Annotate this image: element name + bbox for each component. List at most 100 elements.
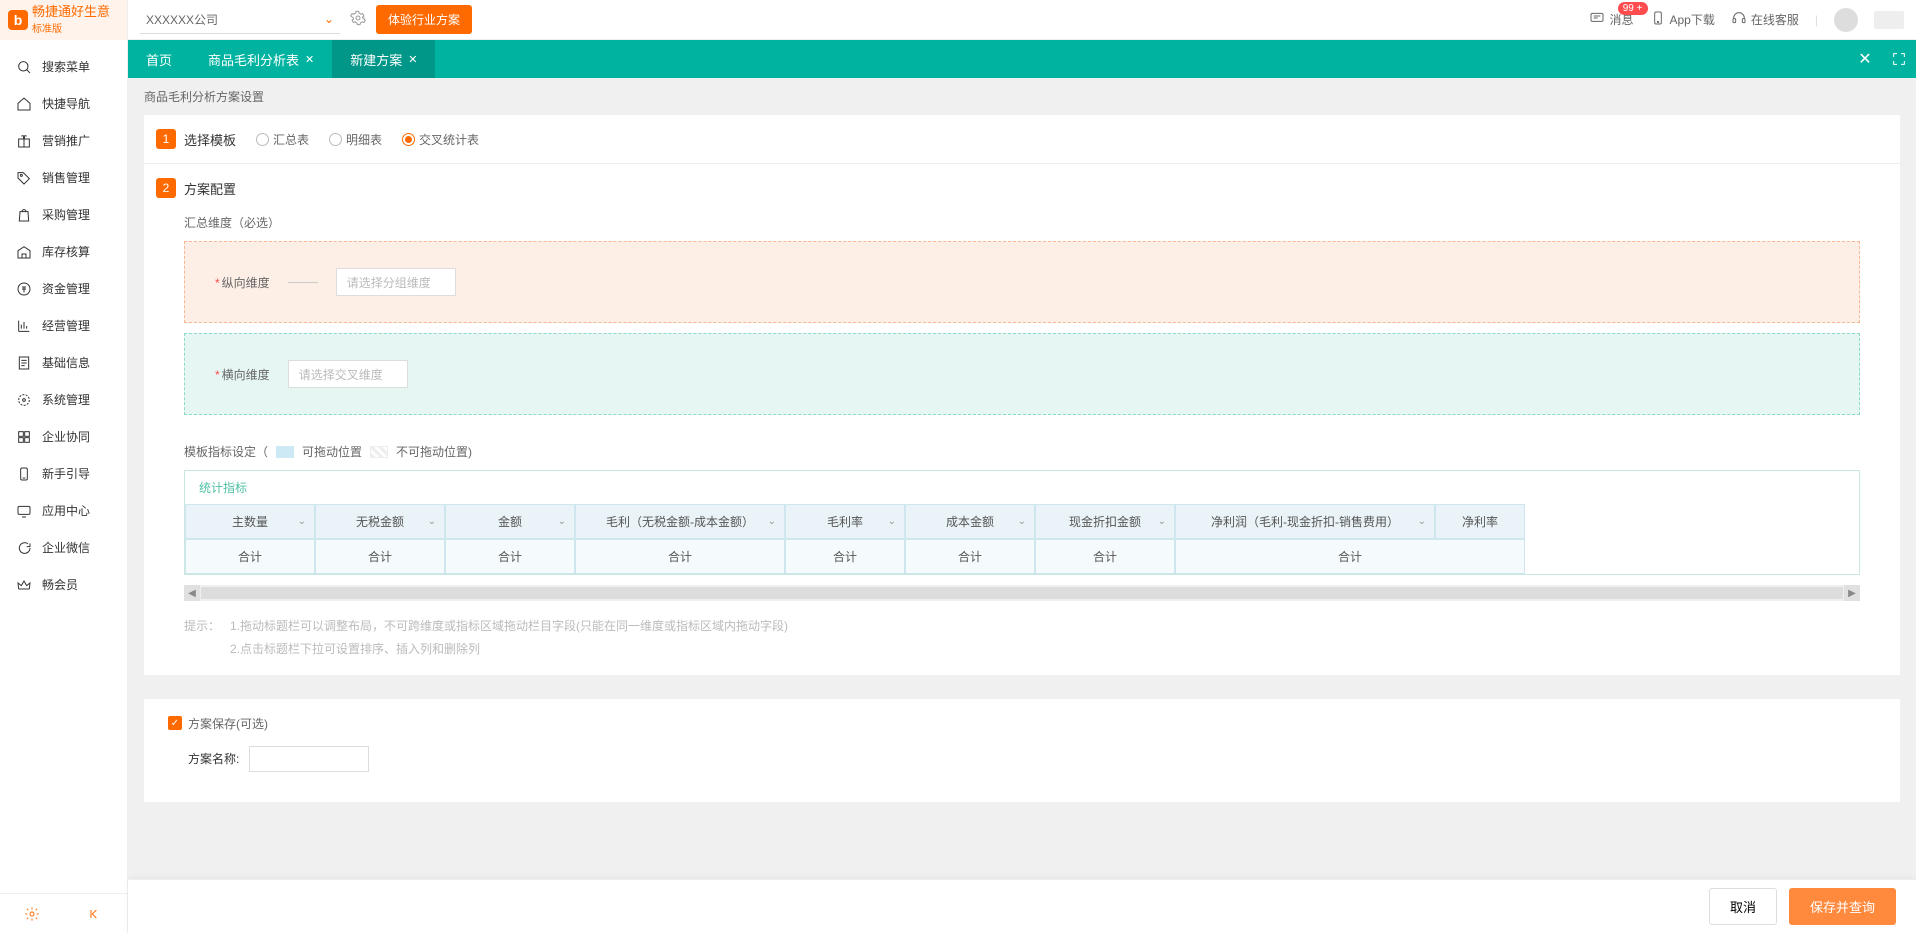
company-name: XXXXXX公司	[146, 11, 218, 28]
money-icon	[16, 281, 32, 297]
vertical-dimension-select[interactable]: 请选择分组维度	[336, 268, 456, 296]
scroll-left-icon[interactable]: ◀	[184, 585, 200, 601]
avatar[interactable]	[1834, 8, 1858, 32]
company-select[interactable]: XXXXXX公司 ⌄	[140, 6, 340, 34]
tab-2[interactable]: 新建方案✕	[332, 40, 435, 78]
sidebar-item-14[interactable]: 畅会员	[0, 566, 127, 603]
save-section: ✓ 方案保存(可选) 方案名称:	[144, 699, 1900, 802]
template-radio-2[interactable]: 交叉统计表	[402, 131, 479, 148]
sidebar-item-label: 企业微信	[42, 539, 90, 556]
tag-icon	[16, 170, 32, 186]
indicator-col-7[interactable]: 净利润（毛利-现金折扣-销售费用）⌄	[1175, 504, 1435, 539]
bag-icon	[16, 207, 32, 223]
template-radio-0[interactable]: 汇总表	[256, 131, 309, 148]
sidebar-item-11[interactable]: 新手引导	[0, 455, 127, 492]
sidebar-item-13[interactable]: 企业微信	[0, 529, 127, 566]
sidebar-item-4[interactable]: 采购管理	[0, 196, 127, 233]
chevron-down-icon[interactable]: ⌄	[768, 516, 776, 527]
tab-1[interactable]: 商品毛利分析表✕	[190, 40, 332, 78]
indicator-col-5[interactable]: 成本金额⌄	[905, 504, 1035, 539]
sidebar-item-7[interactable]: 经营管理	[0, 307, 127, 344]
save-query-button[interactable]: 保存并查询	[1789, 888, 1896, 925]
footer-bar: 取消 保存并查询	[128, 879, 1916, 933]
search-icon	[16, 59, 32, 75]
message-icon	[1589, 10, 1605, 29]
indicator-col-6[interactable]: 现金折扣金额⌄	[1035, 504, 1175, 539]
indicator-col-8[interactable]: 净利率	[1435, 504, 1525, 539]
sidebar-item-6[interactable]: 资金管理	[0, 270, 127, 307]
sidebar-item-label: 基础信息	[42, 354, 90, 371]
headset-icon	[1731, 10, 1747, 29]
sidebar-item-3[interactable]: 销售管理	[0, 159, 127, 196]
home-icon	[16, 96, 32, 112]
scheme-name-input[interactable]	[249, 746, 369, 772]
step-1-num: 1	[156, 129, 176, 149]
step-2-label: 方案配置	[184, 179, 236, 198]
close-all-icon[interactable]: ✕	[1848, 49, 1882, 69]
doc-icon	[16, 355, 32, 371]
indicator-col-4[interactable]: 毛利率⌄	[785, 504, 905, 539]
logo-text: 畅捷通好生意	[32, 5, 110, 19]
logo-icon: b	[8, 10, 28, 30]
user-menu[interactable]	[1874, 11, 1904, 29]
gift-icon	[16, 133, 32, 149]
fullscreen-icon[interactable]	[1882, 51, 1916, 67]
save-scheme-checkbox[interactable]: ✓	[168, 716, 182, 730]
warehouse-icon	[16, 244, 32, 260]
indicator-sum-4: 合计	[785, 539, 905, 574]
gear-dash-icon	[16, 392, 32, 408]
sidebar-item-label: 营销推广	[42, 132, 90, 149]
sidebar-item-label: 资金管理	[42, 280, 90, 297]
legend-draggable-icon	[276, 446, 294, 458]
collapse-icon[interactable]	[64, 894, 128, 933]
sidebar-item-12[interactable]: 应用中心	[0, 492, 127, 529]
sidebar-item-label: 应用中心	[42, 502, 90, 519]
step-1: 1 选择模板 汇总表明细表交叉统计表	[144, 129, 1900, 164]
indicator-col-1[interactable]: 无税金额⌄	[315, 504, 445, 539]
tab-close-icon[interactable]: ✕	[408, 53, 417, 66]
sidebar-item-10[interactable]: 企业协同	[0, 418, 127, 455]
chevron-down-icon[interactable]: ⌄	[558, 516, 566, 527]
online-service-link[interactable]: 在线客服	[1731, 10, 1799, 29]
settings-icon[interactable]	[0, 894, 64, 933]
radio-icon	[402, 133, 415, 146]
horizontal-dimension-label: *横向维度	[215, 366, 270, 383]
chevron-down-icon[interactable]: ⌄	[1018, 516, 1026, 527]
sidebar-item-1[interactable]: 快捷导航	[0, 85, 127, 122]
indicator-col-2[interactable]: 金额⌄	[445, 504, 575, 539]
scroll-right-icon[interactable]: ▶	[1844, 585, 1860, 601]
app-download-link[interactable]: App下载	[1650, 10, 1715, 29]
tips: 提示： 1.拖动标题栏可以调整布局，不可跨维度或指标区域拖动栏目字段(只能在同一…	[184, 615, 1860, 661]
indicator-col-3[interactable]: 毛利（无税金额-成本金额）⌄	[575, 504, 785, 539]
tab-0[interactable]: 首页	[128, 40, 190, 78]
page-title: 商品毛利分析方案设置	[128, 78, 1916, 115]
sidebar-item-8[interactable]: 基础信息	[0, 344, 127, 381]
logo: b 畅捷通好生意 标准版	[0, 0, 127, 40]
gear-icon[interactable]	[350, 10, 366, 29]
try-industry-button[interactable]: 体验行业方案	[376, 5, 472, 34]
chevron-down-icon[interactable]: ⌄	[1418, 516, 1426, 527]
sidebar-item-label: 系统管理	[42, 391, 90, 408]
tv-icon	[16, 503, 32, 519]
horizontal-scrollbar[interactable]: ◀ ▶	[184, 585, 1860, 601]
tab-close-icon[interactable]: ✕	[305, 53, 314, 66]
sidebar-item-5[interactable]: 库存核算	[0, 233, 127, 270]
indicator-col-0[interactable]: 主数量⌄	[185, 504, 315, 539]
group-dimension-title: 汇总维度（必选）	[144, 206, 1900, 241]
template-radio-1[interactable]: 明细表	[329, 131, 382, 148]
messages-link[interactable]: 消息 99 +	[1589, 10, 1633, 29]
sidebar-item-2[interactable]: 营销推广	[0, 122, 127, 159]
chevron-down-icon[interactable]: ⌄	[1158, 516, 1166, 527]
sidebar-item-label: 新手引导	[42, 465, 90, 482]
chevron-down-icon[interactable]: ⌄	[298, 516, 306, 527]
sidebar-item-0[interactable]: 搜索菜单	[0, 48, 127, 85]
save-scheme-label: 方案保存(可选)	[188, 715, 268, 732]
cancel-button[interactable]: 取消	[1709, 888, 1777, 925]
horizontal-dimension-select[interactable]: 请选择交叉维度	[288, 360, 408, 388]
indicator-sum-2: 合计	[445, 539, 575, 574]
chevron-down-icon[interactable]: ⌄	[428, 516, 436, 527]
sidebar-item-label: 搜索菜单	[42, 58, 90, 75]
sidebar-item-9[interactable]: 系统管理	[0, 381, 127, 418]
step-2: 2 方案配置	[144, 164, 1900, 206]
chevron-down-icon[interactable]: ⌄	[888, 516, 896, 527]
